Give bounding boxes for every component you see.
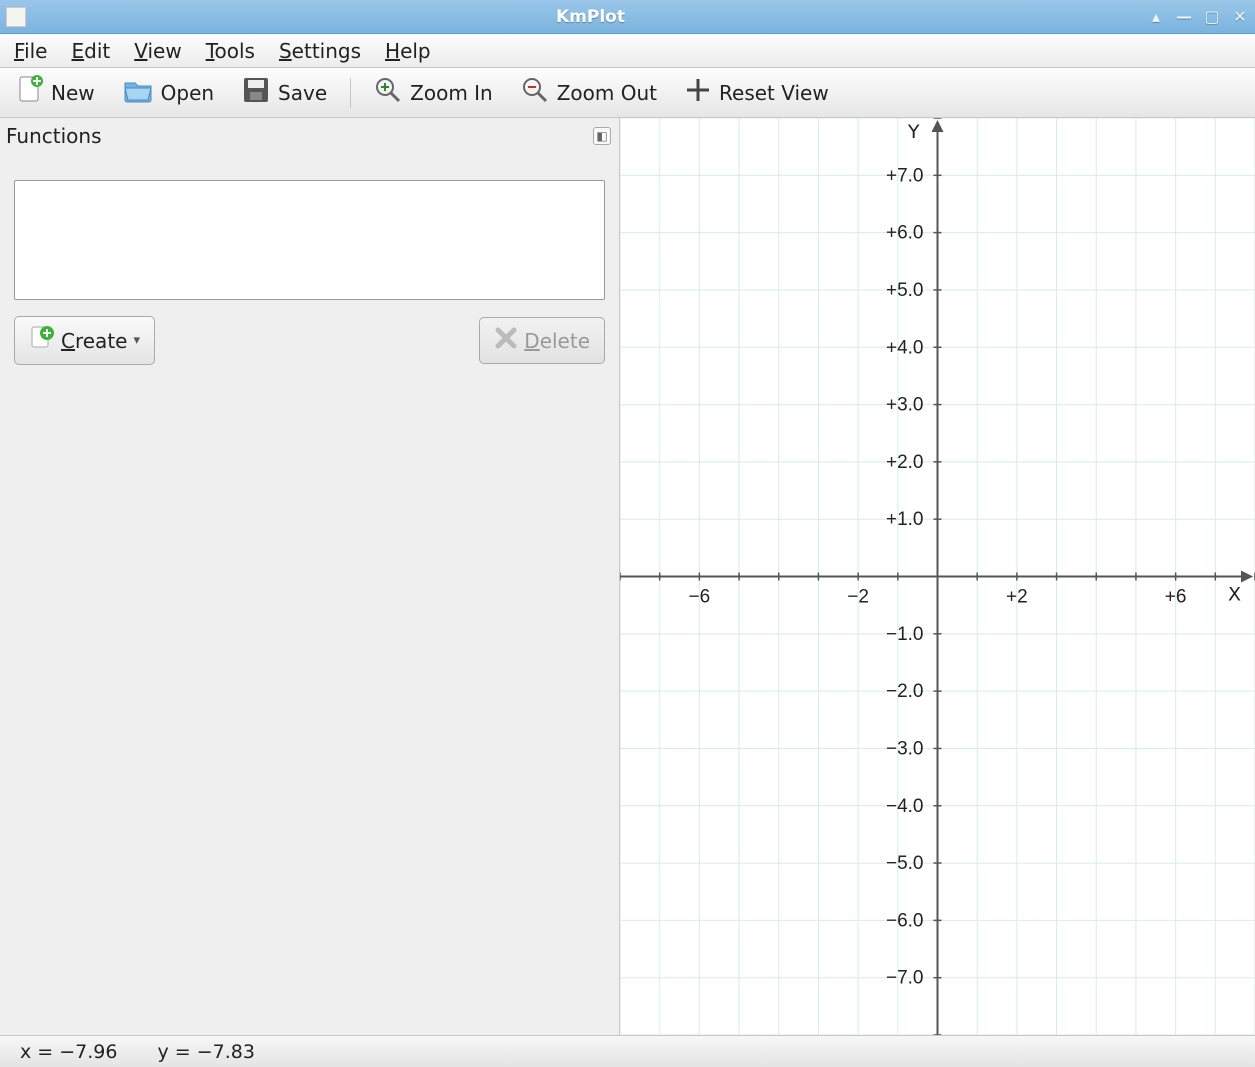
toolbar-save-button[interactable]: Save (233, 71, 336, 114)
functions-panel-title: Functions (6, 124, 102, 148)
window-keepabove-icon[interactable]: ▴ (1147, 8, 1165, 26)
create-button[interactable]: Create ▾ (14, 316, 155, 365)
svg-text:+5.0: +5.0 (886, 280, 924, 301)
svg-text:+6.0: +6.0 (886, 223, 924, 244)
toolbar-reset-view-button[interactable]: Reset View (676, 72, 838, 113)
svg-text:−4.0: −4.0 (886, 796, 924, 817)
plot-area[interactable]: −6 −2 +2 +6 −7.0 −6.0 −5.0 −4.0 −3.0 −2.0 −1.0 +1.0… (620, 118, 1255, 1035)
menu-file[interactable]: File (14, 39, 47, 63)
svg-text:+2: +2 (1006, 587, 1028, 608)
window-controls: ▴ — ▢ ✕ (1147, 8, 1249, 26)
toolbar-new-button[interactable]: New (8, 70, 104, 115)
menu-settings[interactable]: Settings (279, 39, 361, 63)
panel-undock-icon[interactable]: ◧ (593, 127, 611, 145)
status-y: y = −7.83 (157, 1041, 254, 1063)
reset-view-icon (685, 77, 711, 108)
window-minimize-icon[interactable]: — (1175, 8, 1193, 26)
svg-text:+7.0: +7.0 (886, 165, 924, 186)
main-content: Functions ◧ Create ▾ (0, 118, 1255, 1035)
svg-text:−3.0: −3.0 (886, 738, 924, 759)
delete-button-label: Delete (524, 329, 590, 353)
zoom-in-icon (374, 76, 402, 109)
toolbar-new-label: New (51, 81, 95, 105)
toolbar-open-label: Open (161, 81, 214, 105)
svg-text:−6.0: −6.0 (886, 910, 924, 931)
svg-text:+6: +6 (1165, 587, 1187, 608)
svg-text:+1.0: +1.0 (886, 509, 924, 530)
window-close-icon[interactable]: ✕ (1231, 8, 1249, 26)
svg-text:+3.0: +3.0 (886, 395, 924, 416)
app-icon (6, 7, 26, 27)
toolbar-separator (350, 78, 351, 108)
toolbar-zoom-in-label: Zoom In (410, 81, 493, 105)
svg-text:−1.0: −1.0 (886, 624, 924, 645)
toolbar-zoom-out-label: Zoom Out (557, 81, 657, 105)
new-file-icon (17, 75, 43, 110)
svg-text:−7.0: −7.0 (886, 968, 924, 989)
create-button-label: Create (61, 329, 127, 353)
toolbar-reset-view-label: Reset View (719, 81, 829, 105)
svg-text:−2.0: −2.0 (886, 681, 924, 702)
window-title: KmPlot (34, 7, 1147, 27)
toolbar-zoom-in-button[interactable]: Zoom In (365, 71, 502, 114)
toolbar-open-button[interactable]: Open (114, 71, 223, 114)
menu-help[interactable]: Help (385, 39, 431, 63)
delete-button: Delete (479, 317, 605, 364)
status-x: x = −7.96 (20, 1041, 117, 1063)
functions-list[interactable] (14, 180, 605, 300)
menu-tools[interactable]: Tools (206, 39, 255, 63)
window-maximize-icon[interactable]: ▢ (1203, 8, 1221, 26)
functions-panel-buttons: Create ▾ Delete (0, 310, 619, 371)
svg-text:+4.0: +4.0 (886, 337, 924, 358)
menu-edit[interactable]: Edit (71, 39, 110, 63)
toolbar-save-label: Save (278, 81, 327, 105)
chevron-down-icon: ▾ (133, 333, 140, 348)
save-floppy-icon (242, 76, 270, 109)
svg-text:+2.0: +2.0 (886, 452, 924, 473)
add-icon (29, 325, 55, 356)
menubar: File Edit View Tools Settings Help (0, 34, 1255, 68)
functions-panel: Functions ◧ Create ▾ (0, 118, 620, 1035)
zoom-out-icon (521, 76, 549, 109)
delete-x-icon (494, 326, 518, 355)
toolbar: New Open Save Zoom In (0, 68, 1255, 118)
statusbar: x = −7.96 y = −7.83 (0, 1035, 1255, 1067)
svg-text:−6: −6 (689, 587, 711, 608)
svg-text:−2: −2 (847, 587, 869, 608)
window-titlebar: KmPlot ▴ — ▢ ✕ (0, 0, 1255, 34)
menu-view[interactable]: View (134, 39, 181, 63)
toolbar-zoom-out-button[interactable]: Zoom Out (512, 71, 666, 114)
svg-text:Y: Y (907, 121, 920, 143)
svg-text:−5.0: −5.0 (886, 853, 924, 874)
svg-text:X: X (1228, 584, 1241, 606)
open-folder-icon (123, 76, 153, 109)
functions-panel-header: Functions ◧ (0, 118, 619, 152)
